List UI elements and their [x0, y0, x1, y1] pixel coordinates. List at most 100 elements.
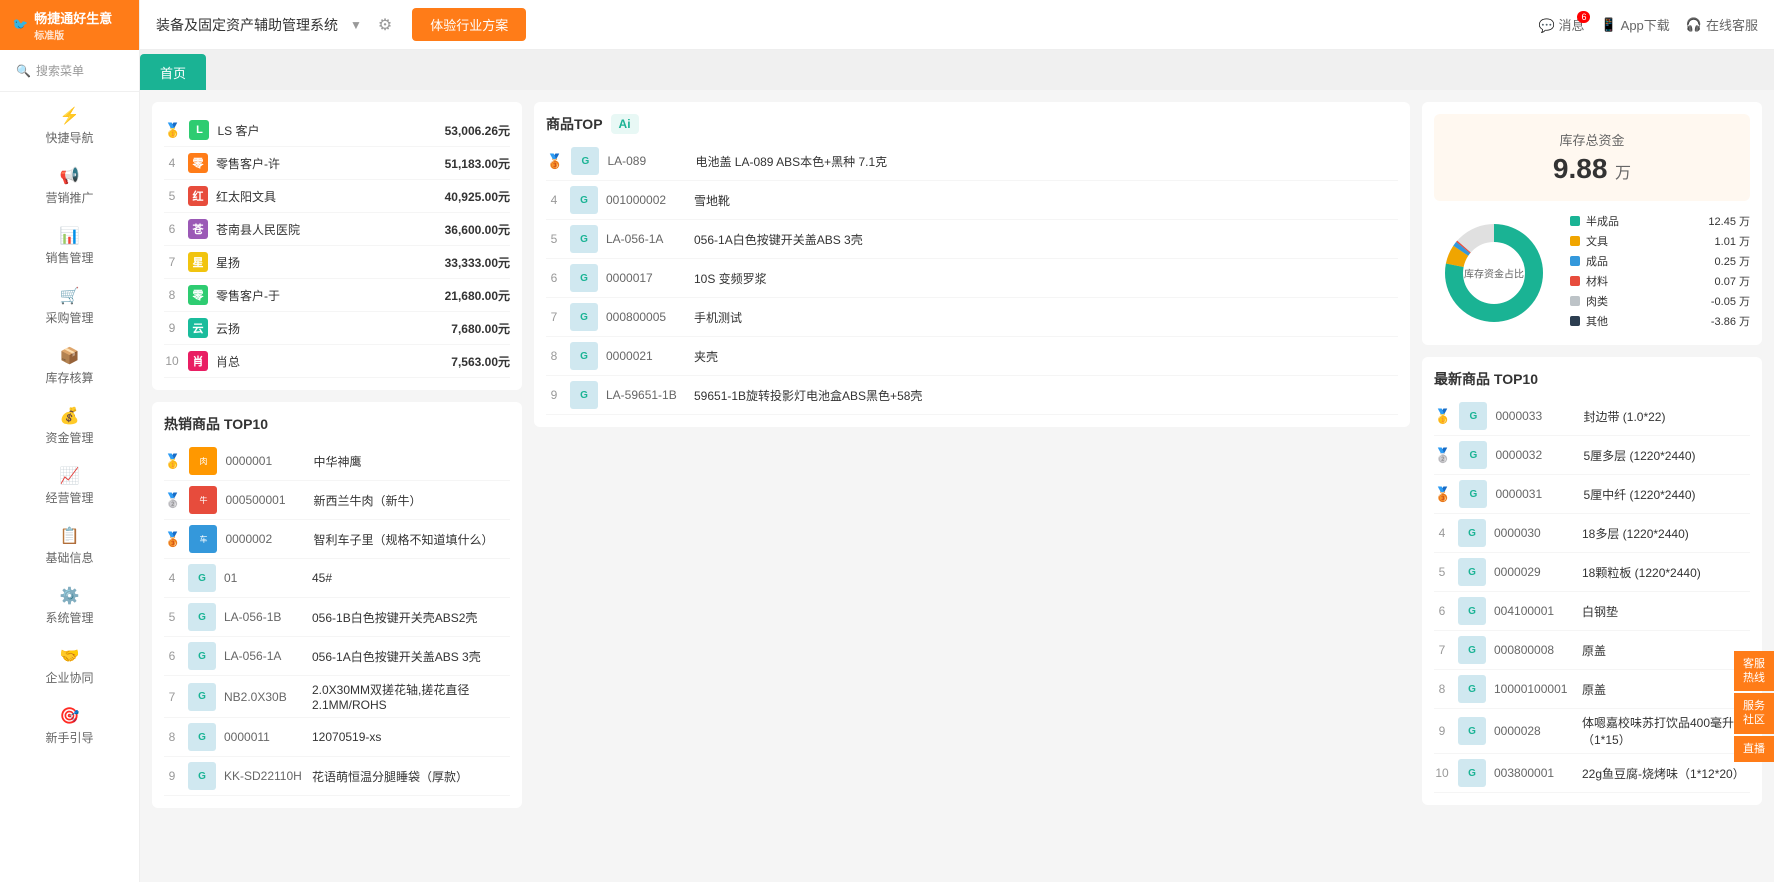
- medal-gold-icon: 🥇: [164, 122, 181, 139]
- rank-number: 8: [546, 349, 562, 363]
- customer-name: 零售客户-许: [216, 155, 437, 172]
- product-name: 10S 变频罗浆: [694, 270, 1398, 287]
- inventory-icon: 📦: [60, 346, 80, 366]
- sidebar-item-inventory[interactable]: 📦 库存核算: [0, 336, 139, 396]
- legend-name: 肉类: [1586, 293, 1705, 309]
- live-streaming-btn[interactable]: 直播: [1734, 736, 1774, 762]
- product-thumbnail: 肉: [189, 447, 217, 475]
- sidebar-nav: ⚡ 快捷导航 📢 营销推广 📊 销售管理 🛒 采购管理 📦 库存核算 💰 资金管…: [0, 92, 139, 882]
- product-name: 056-1A白色按键开关盖ABS 3壳: [312, 648, 510, 665]
- product-name: 花语萌恒温分腿睡袋（厚款）: [312, 768, 510, 785]
- rank-number: 8: [1434, 682, 1450, 696]
- headset-icon: 🎧: [1686, 17, 1702, 33]
- main-area: 装备及固定资产辅助管理系统 ▼ ⚙ 体验行业方案 💬 消息 6 📱 App下载 …: [140, 0, 1774, 882]
- legend-name: 成品: [1586, 253, 1709, 269]
- list-item: 🥈 G 0000032 5厘多层 (1220*2440): [1434, 436, 1750, 475]
- product-code: 000800008: [1494, 643, 1574, 657]
- product-code: 10000100001: [1494, 682, 1574, 696]
- product-name: 封边带 (1.0*22): [1583, 408, 1750, 425]
- sidebar-logo: 🐦 畅捷通好生意 标准版: [0, 0, 139, 50]
- product-code: 0000030: [1494, 526, 1574, 540]
- customer-badge: 肖: [188, 351, 208, 371]
- list-item: 4 G 0000030 18多层 (1220*2440): [1434, 514, 1750, 553]
- app-download-label: App下载: [1621, 15, 1670, 34]
- legend-value: 0.25 万: [1715, 253, 1750, 269]
- list-item: 6 G 004100001 白钢垫: [1434, 592, 1750, 631]
- product-code: 0000017: [606, 271, 686, 285]
- rank-number: 10: [1434, 766, 1450, 780]
- medal-bronze-icon: 🥉: [546, 153, 563, 170]
- rank-number: 9: [1434, 724, 1450, 738]
- legend-color-dot: [1570, 256, 1580, 266]
- product-code: 0000001: [225, 454, 305, 468]
- list-item: 🥉 G LA-089 电池盖 LA-089 ABS本色+黑种 7.1克: [546, 142, 1398, 181]
- rank-number: 6: [164, 222, 180, 236]
- phone-icon: 📱: [1600, 17, 1616, 33]
- list-item: 9 G LA-59651-1B 59651-1B旋转投影灯电池盒ABS黑色+58…: [546, 376, 1398, 415]
- search-menu-btn[interactable]: 🔍 搜索菜单: [10, 58, 129, 83]
- legend-value: -3.86 万: [1711, 313, 1750, 329]
- table-row: 7 星 星扬 33,333.00元: [164, 246, 510, 279]
- tab-home[interactable]: 首页: [140, 54, 206, 90]
- community-label: 服务社区: [1742, 699, 1766, 728]
- sidebar-item-system[interactable]: ⚙️ 系统管理: [0, 576, 139, 636]
- rank-number: 7: [164, 255, 180, 269]
- customer-badge: 零: [188, 285, 208, 305]
- list-item: 8 G 0000011 12070519-xs: [164, 718, 510, 757]
- product-thumbnail: G: [188, 723, 216, 751]
- purchase-label: 采购管理: [45, 309, 93, 326]
- sidebar-item-quick-nav[interactable]: ⚡ 快捷导航: [0, 96, 139, 156]
- online-service-btn[interactable]: 🎧 在线客服: [1686, 15, 1758, 34]
- product-code: 0000028: [1494, 724, 1574, 738]
- rank-number: 6: [546, 271, 562, 285]
- sidebar-item-operations[interactable]: 📈 经营管理: [0, 456, 139, 516]
- operations-label: 经营管理: [45, 489, 93, 506]
- product-name: 45#: [312, 571, 510, 585]
- product-name: 雪地靴: [694, 192, 1398, 209]
- try-plan-button[interactable]: 体验行业方案: [412, 8, 526, 41]
- finance-label: 资金管理: [45, 429, 93, 446]
- donut-chart: 库存资金占比: [1434, 213, 1554, 333]
- sidebar-item-basic-info[interactable]: 📋 基础信息: [0, 516, 139, 576]
- medal-gold-icon: 🥇: [164, 453, 181, 470]
- dropdown-chevron-icon[interactable]: ▼: [350, 18, 362, 32]
- system-title: 装备及固定资产辅助管理系统: [156, 15, 338, 35]
- sidebar-item-marketing[interactable]: 📢 营销推广: [0, 156, 139, 216]
- app-download-btn[interactable]: 📱 App下载: [1600, 15, 1669, 34]
- list-item: 4 G 001000002 雪地靴: [546, 181, 1398, 220]
- rank-number: 4: [1434, 526, 1450, 540]
- live-label: 直播: [1742, 742, 1766, 756]
- sidebar-item-finance[interactable]: 💰 资金管理: [0, 396, 139, 456]
- sidebar-item-collaboration[interactable]: 🤝 企业协同: [0, 636, 139, 696]
- topbar-right: 💬 消息 6 📱 App下载 🎧 在线客服: [1539, 15, 1758, 34]
- customer-badge: L: [189, 120, 209, 140]
- settings-gear-icon[interactable]: ⚙: [378, 15, 392, 35]
- sidebar-item-sales[interactable]: 📊 销售管理: [0, 216, 139, 276]
- product-name: 白钢垫: [1582, 603, 1750, 620]
- product-thumbnail: G: [1458, 558, 1486, 586]
- product-thumbnail: 车: [189, 525, 217, 553]
- product-thumbnail: G: [1458, 636, 1486, 664]
- product-thumbnail: G: [1459, 480, 1487, 508]
- customer-amount: 40,925.00元: [445, 188, 510, 205]
- sidebar-item-purchase[interactable]: 🛒 采购管理: [0, 276, 139, 336]
- product-top-list: 🥉 G LA-089 电池盖 LA-089 ABS本色+黑种 7.1克 4 G …: [546, 142, 1398, 415]
- inventory-card: 库存总资金 9.88 万: [1422, 102, 1762, 345]
- guide-icon: 🎯: [60, 706, 80, 726]
- message-badge[interactable]: 💬 消息 6: [1539, 15, 1585, 34]
- service-community-btn[interactable]: 服务社区: [1734, 693, 1774, 734]
- customer-amount: 36,600.00元: [445, 221, 510, 238]
- sidebar-item-guide[interactable]: 🎯 新手引导: [0, 696, 139, 756]
- rank-number: 6: [164, 649, 180, 663]
- rank-number: 8: [164, 730, 180, 744]
- customer-service-hotline-btn[interactable]: 客服热线: [1734, 651, 1774, 692]
- purchase-icon: 🛒: [60, 286, 80, 306]
- product-code: 0000032: [1495, 448, 1575, 462]
- newest-products-header: 最新商品 TOP10: [1434, 369, 1750, 389]
- product-name: 5厘中纤 (1220*2440): [1583, 486, 1750, 503]
- list-item: 9 G KK-SD22110H 花语萌恒温分腿睡袋（厚款）: [164, 757, 510, 796]
- product-code: 000500001: [225, 493, 305, 507]
- list-item: 🥇 肉 0000001 中华神鹰: [164, 442, 510, 481]
- table-row: 6 苍 苍南县人民医院 36,600.00元: [164, 213, 510, 246]
- hotline-label: 客服热线: [1742, 657, 1766, 686]
